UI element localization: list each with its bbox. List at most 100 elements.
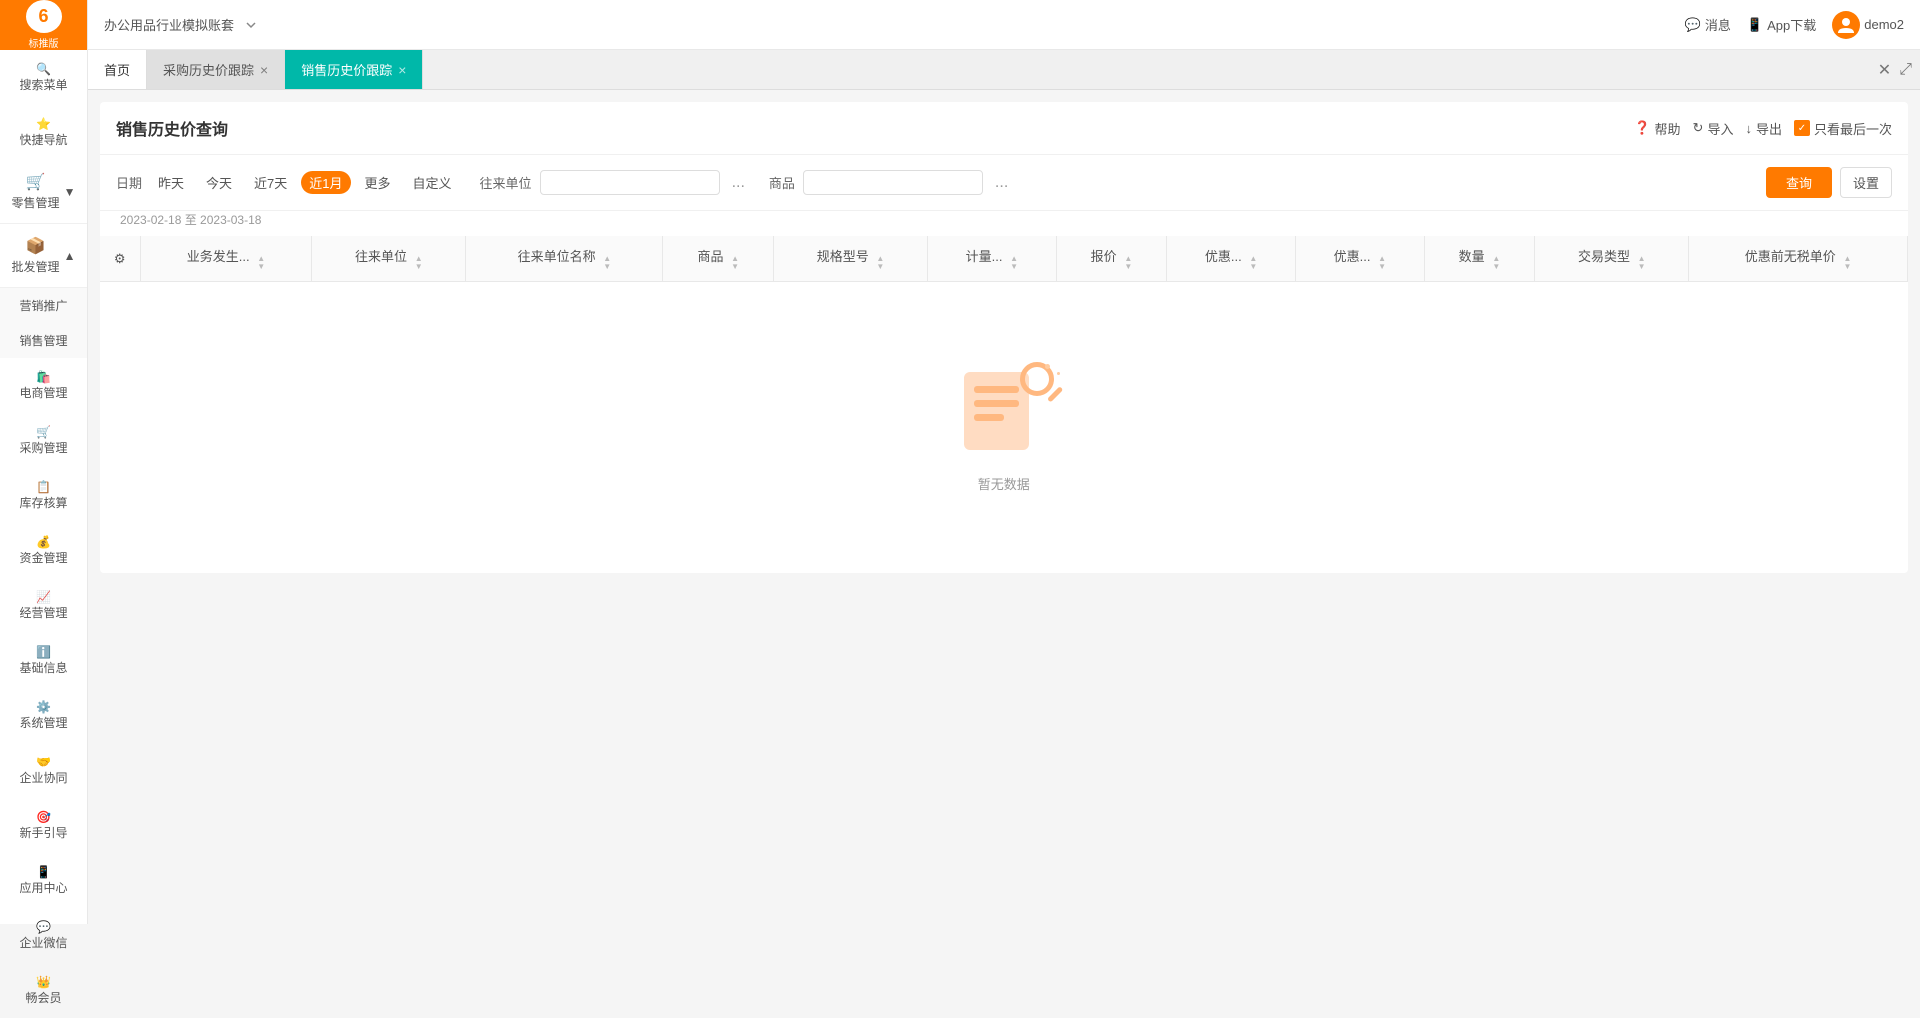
date-btn-today[interactable]: 今天 — [198, 171, 240, 194]
product-filter-label: 商品 — [769, 173, 795, 192]
sidebar-item-label: 快捷导航 — [4, 131, 83, 148]
sidebar-item-app-center[interactable]: 📱 应用中心 — [0, 853, 87, 908]
sidebar-item-quick-nav[interactable]: ⭐ 快捷导航 — [0, 105, 87, 160]
tab-sales-history-label: 销售历史价跟踪 — [301, 60, 392, 79]
sidebar-item-label: 库存核算 — [4, 494, 83, 511]
sort-icons-discount2: ▲ ▼ — [1378, 255, 1386, 271]
message-btn[interactable]: 💬 消息 — [1685, 15, 1731, 34]
table-body: 暂无数据 — [100, 282, 1908, 574]
sidebar-item-operations-mgmt[interactable]: 📈 经营管理 — [0, 578, 87, 633]
empty-illustration — [944, 362, 1064, 462]
col-partner-name-label: 往来单位名称 — [518, 249, 596, 264]
ecommerce-mgmt-icon: 🛍️ — [4, 370, 83, 384]
operations-mgmt-icon: 📈 — [4, 590, 83, 604]
tab-sales-history-close[interactable]: × — [398, 62, 406, 78]
date-btn-more[interactable]: 更多 — [357, 171, 399, 194]
table-header: ⚙ 业务发生... ▲ ▼ 往来单位 — [100, 236, 1908, 282]
tab-sales-history[interactable]: 销售历史价跟踪 × — [285, 50, 423, 89]
table-col-spec[interactable]: 规格型号 ▲ ▼ — [774, 236, 928, 282]
app-download-btn[interactable]: 📱 App下载 — [1747, 15, 1816, 34]
filter-bar: 日期 昨天 今天 近7天 近1月 更多 自定义 往来单位 ... — [100, 155, 1908, 211]
table-col-discount1[interactable]: 优惠... ▲ ▼ — [1167, 236, 1296, 282]
only-last-checkbox[interactable]: ✓ 只看最后一次 — [1794, 119, 1892, 138]
sidebar-item-search-menu[interactable]: 🔍 搜索菜单 — [0, 50, 87, 105]
tab-maximize-btn[interactable]: ⤢ — [1899, 61, 1912, 79]
sidebar-item-retail-mgmt[interactable]: 🛒 零售管理 ▼ — [0, 160, 87, 224]
sidebar-item-member[interactable]: 👑 畅会员 — [0, 963, 87, 1018]
table-col-product[interactable]: 商品 ▲ ▼ — [663, 236, 774, 282]
action-buttons: 查询 设置 — [1766, 167, 1892, 198]
tab-purchase-history[interactable]: 采购历史价跟踪 × — [147, 50, 285, 89]
table-col-partner-code[interactable]: 往来单位 ▲ ▼ — [312, 236, 466, 282]
partner-ellipsis[interactable]: ... — [728, 174, 749, 192]
sidebar-item-ecommerce-mgmt[interactable]: 🛍️ 电商管理 — [0, 358, 87, 413]
page-title: 销售历史价查询 — [116, 116, 228, 140]
topbar-dropdown-icon[interactable] — [242, 16, 260, 34]
retail-mgmt-icon: 🛒 — [26, 172, 46, 192]
enterprise-coop-icon: 🤝 — [4, 755, 83, 769]
tab-home[interactable]: 首页 — [88, 50, 147, 89]
table-col-settings[interactable]: ⚙ — [100, 236, 140, 282]
export-icon: ↓ — [1745, 121, 1752, 136]
table-col-biz-date[interactable]: 业务发生... ▲ ▼ — [140, 236, 312, 282]
sidebar-item-label: 零售管理 — [12, 194, 60, 211]
table-col-discount2[interactable]: 优惠... ▲ ▼ — [1295, 236, 1424, 282]
product-input[interactable] — [803, 170, 983, 195]
partner-input[interactable] — [540, 170, 720, 195]
wholesale-sub-items: 营销推广 销售管理 — [0, 288, 87, 358]
export-btn[interactable]: ↓ 导出 — [1745, 119, 1782, 138]
table-col-trade-type[interactable]: 交易类型 ▲ ▼ — [1535, 236, 1689, 282]
sidebar-item-enterprise-wechat[interactable]: 💬 企业微信 — [0, 908, 87, 963]
tab-home-label: 首页 — [104, 60, 130, 79]
app-logo[interactable]: 6 标推版 — [0, 0, 87, 50]
date-btn-7days[interactable]: 近7天 — [246, 171, 295, 194]
sidebar-item-enterprise-coop[interactable]: 🤝 企业协同 — [0, 743, 87, 798]
quick-nav-icon: ⭐ — [4, 117, 83, 131]
col-product-label: 商品 — [697, 249, 723, 264]
only-last-label: 只看最后一次 — [1814, 119, 1892, 138]
settings-gear-icon[interactable]: ⚙ — [114, 251, 126, 266]
import-btn[interactable]: ↻ 导入 — [1693, 119, 1734, 138]
checkbox-icon: ✓ — [1794, 120, 1810, 136]
sidebar-item-marketing[interactable]: 营销推广 — [0, 288, 87, 323]
sidebar-item-sales-mgmt[interactable]: 销售管理 — [0, 323, 87, 358]
message-label: 消息 — [1705, 15, 1731, 34]
sidebar-item-label: 应用中心 — [4, 879, 83, 896]
sidebar-item-finance-mgmt[interactable]: 💰 资金管理 — [0, 523, 87, 578]
tab-purchase-history-close[interactable]: × — [260, 62, 268, 78]
sidebar-item-label: 畅会员 — [4, 989, 83, 1006]
date-filter-group: 日期 昨天 今天 近7天 近1月 更多 自定义 — [116, 171, 460, 194]
table-col-quantity[interactable]: 数量 ▲ ▼ — [1424, 236, 1535, 282]
sidebar-item-inventory[interactable]: 📋 库存核算 — [0, 468, 87, 523]
table-col-unit[interactable]: 计量... ▲ ▼ — [927, 236, 1056, 282]
date-btn-yesterday[interactable]: 昨天 — [150, 171, 192, 194]
sidebar-item-wholesale-mgmt[interactable]: 📦 批发管理 ▲ — [0, 224, 87, 288]
sort-icons-discount1: ▲ ▼ — [1249, 255, 1257, 271]
date-btn-custom[interactable]: 自定义 — [405, 171, 460, 194]
sidebar-item-label: 电商管理 — [4, 384, 83, 401]
sidebar-item-basic-info[interactable]: ℹ️ 基础信息 — [0, 633, 87, 688]
date-filter-label: 日期 — [116, 173, 142, 192]
query-btn[interactable]: 查询 — [1766, 167, 1832, 198]
user-avatar — [1832, 11, 1860, 39]
enterprise-wechat-icon: 💬 — [4, 920, 83, 934]
sort-icons-quantity: ▲ ▼ — [1492, 255, 1500, 271]
date-btn-1month[interactable]: 近1月 — [301, 171, 350, 194]
help-btn[interactable]: ❓ 帮助 — [1634, 119, 1680, 138]
sidebar-item-system-mgmt[interactable]: ⚙️ 系统管理 — [0, 688, 87, 743]
settings-btn[interactable]: 设置 — [1840, 167, 1892, 198]
col-biz-date-label: 业务发生... — [187, 249, 250, 264]
table-col-price[interactable]: 报价 ▲ ▼ — [1056, 236, 1167, 282]
inventory-icon: 📋 — [4, 480, 83, 494]
table-col-pretax-price[interactable]: 优惠前无税单价 ▲ ▼ — [1689, 236, 1908, 282]
table-col-partner-name[interactable]: 往来单位名称 ▲ ▼ — [466, 236, 663, 282]
col-spec-label: 规格型号 — [817, 249, 869, 264]
col-price-label: 报价 — [1091, 249, 1117, 264]
sidebar-item-new-guide[interactable]: 🎯 新手引导 — [0, 798, 87, 853]
tab-close-all-btn[interactable]: ✕ — [1878, 60, 1891, 80]
user-menu[interactable]: demo2 — [1832, 11, 1904, 39]
sort-icons-partner-code: ▲ ▼ — [415, 255, 423, 271]
product-ellipsis[interactable]: ... — [991, 174, 1012, 192]
product-filter-group: 商品 ... — [769, 170, 1012, 195]
sidebar-item-purchase-mgmt[interactable]: 🛒 采购管理 — [0, 413, 87, 468]
